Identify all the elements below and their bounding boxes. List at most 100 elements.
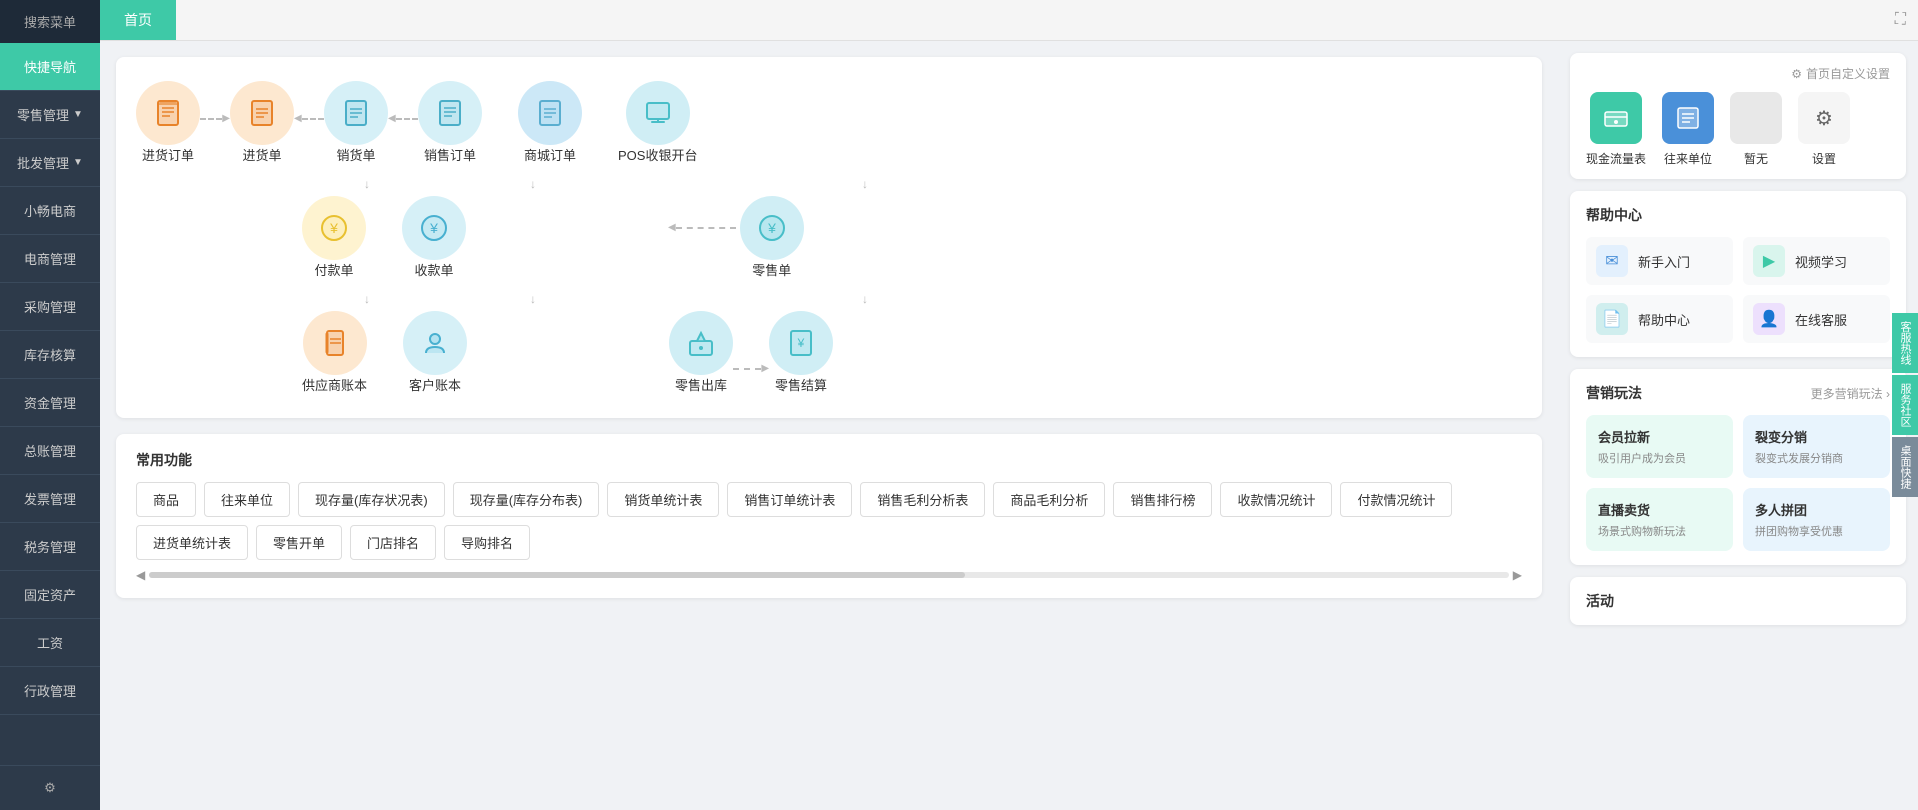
help-label: 帮助中心 [1638,310,1690,329]
marketing-item-member[interactable]: 会员拉新 吸引用户成为会员 [1586,415,1733,478]
retail-dan-label: 零售单 [740,260,804,279]
float-btn-desktop[interactable]: 桌面快捷 [1892,437,1918,497]
scroll-left-icon[interactable]: ◀ [136,568,145,582]
func-btn-14[interactable]: 导购排名 [444,525,530,560]
func-btn-6[interactable]: 销售毛利分析表 [860,482,985,517]
svg-text:¥: ¥ [429,220,438,236]
marketing-more-link[interactable]: 更多营销玩法 › [1811,385,1890,402]
float-btn-service[interactable]: 客服热线 [1892,313,1918,373]
node-customer-book[interactable]: 客户账本 [403,311,467,394]
space-2 [582,124,618,144]
sidebar-item-ecommerce-small[interactable]: 小畅电商 [0,187,100,235]
scroll-right-icon[interactable]: ▶ [1513,568,1522,582]
help-item-help[interactable]: 📄 帮助中心 [1586,295,1733,343]
node-supplier-book[interactable]: 供应商账本 [302,311,367,394]
node-pay-dan[interactable]: ¥ 付款单 [302,196,366,279]
help-item-service[interactable]: 👤 在线客服 [1743,295,1890,343]
func-btn-10[interactable]: 付款情况统计 [1340,482,1452,517]
func-btn-9[interactable]: 收款情况统计 [1220,482,1332,517]
customer-book-icon [403,311,467,375]
xiao-dan-icon [324,81,388,145]
node-pos[interactable]: POS收银开台 [618,81,697,164]
sidebar-item-tax[interactable]: 税务管理 [0,523,100,571]
svg-text:¥: ¥ [767,220,776,236]
sidebar-item-wholesale[interactable]: 批发管理 ▼ [0,139,100,187]
doc-icon: 📄 [1596,303,1628,335]
marketing-item-live[interactable]: 直播卖货 场景式购物新玩法 [1586,488,1733,551]
beginner-label: 新手入门 [1638,252,1690,271]
help-item-video[interactable]: ▶ 视频学习 [1743,237,1890,285]
quick-icon-cashflow[interactable]: 现金流量表 [1586,92,1646,167]
node-xiao-dan[interactable]: 销货单 [324,81,388,164]
v-arrow-jinhuo: ↓ [364,172,370,196]
func-btn-2[interactable]: 现存量(库存状况表) [298,482,445,517]
func-btn-0[interactable]: 商品 [136,482,196,517]
customize-link[interactable]: ⚙ 首页自定义设置 [1791,65,1890,82]
node-retail-out[interactable]: 零售出库 [669,311,733,394]
sidebar-item-inventory[interactable]: 库存核算 [0,331,100,379]
scroll-bar: ◀ ▶ [136,568,1522,582]
help-item-beginner[interactable]: ✉ 新手入门 [1586,237,1733,285]
marketing-grid: 会员拉新 吸引用户成为会员 裂变分销 裂变式发展分销商 直播卖货 场景式购物新玩… [1586,415,1890,551]
empty-label: 暂无 [1744,150,1768,167]
node-recv-dan[interactable]: ¥ 收款单 [402,196,466,279]
expand-icon[interactable]: ⛶ [1883,3,1918,37]
func-btn-4[interactable]: 销货单统计表 [607,482,719,517]
content-area: 进货订单 ▶ 进货单 [100,41,1918,810]
sidebar-item-ecommerce[interactable]: 电商管理 [0,235,100,283]
node-xiao-order[interactable]: 销售订单 [418,81,482,164]
jinhuo-order-label: 进货订单 [142,145,194,164]
arrow-3: ◀ [388,113,418,164]
right-panel: ⚙ 首页自定义设置 现金流量表 往来单位 [1558,41,1918,810]
marketing-item-group[interactable]: 多人拼团 拼团购物享受优惠 [1743,488,1890,551]
gear-icon: ⚙ [44,780,56,795]
sidebar-settings[interactable]: ⚙ [0,765,100,810]
func-btn-3[interactable]: 现存量(库存分布表) [453,482,600,517]
contacts-icon [1662,92,1714,144]
v-arrow-retail: ↓ [862,287,868,311]
shop-order-label: 商城订单 [524,145,576,164]
func-btn-13[interactable]: 门店排名 [350,525,436,560]
pos-label: POS收银开台 [618,145,697,164]
node-jinhuo-dan[interactable]: 进货单 [230,81,294,164]
node-shop-order[interactable]: 商城订单 [518,81,582,164]
quick-icon-empty[interactable]: 暂无 [1730,92,1782,167]
main-area: 首页 ⛶ 进货订单 [100,0,1918,810]
cashflow-icon [1590,92,1642,144]
chevron-down-icon: ▼ [73,109,83,120]
sidebar-item-admin[interactable]: 行政管理 [0,667,100,715]
node-jinhuo-order[interactable]: 进货订单 [136,81,200,164]
node-retail-dan[interactable]: ◀ ¥ 零售单 [668,196,804,279]
func-btn-1[interactable]: 往来单位 [204,482,290,517]
person-icon: 👤 [1753,303,1785,335]
func-btn-12[interactable]: 零售开单 [256,525,342,560]
node-retail-settle[interactable]: ¥ 零售结算 [769,311,833,394]
sidebar-item-salary[interactable]: 工资 [0,619,100,667]
gear-small-icon: ⚙ [1791,67,1802,81]
customer-book-label: 客户账本 [409,375,461,394]
scroll-track[interactable] [149,572,1509,578]
sidebar-item-invoice[interactable]: 发票管理 [0,475,100,523]
flow-diagram-card: 进货订单 ▶ 进货单 [116,57,1542,418]
sidebar: 搜索菜单 快捷导航 零售管理 ▼ 批发管理 ▼ 小畅电商 电商管理 采购管理 库… [0,0,100,810]
retail-settle-icon: ¥ [769,311,833,375]
func-btn-7[interactable]: 商品毛利分析 [993,482,1105,517]
sidebar-search[interactable]: 搜索菜单 [0,0,100,43]
sidebar-item-purchase[interactable]: 采购管理 [0,283,100,331]
sidebar-item-quicknav[interactable]: 快捷导航 [0,43,100,91]
sidebar-item-ledger[interactable]: 总账管理 [0,427,100,475]
tab-home[interactable]: 首页 [100,0,176,40]
activity-title: 活动 [1586,591,1890,611]
sidebar-item-assets[interactable]: 固定资产 [0,571,100,619]
marketing-item-fission[interactable]: 裂变分销 裂变式发展分销商 [1743,415,1890,478]
func-btn-11[interactable]: 进货单统计表 [136,525,248,560]
quick-icon-contacts[interactable]: 往来单位 [1662,92,1714,167]
sidebar-item-retail[interactable]: 零售管理 ▼ [0,91,100,139]
sidebar-item-finance[interactable]: 资金管理 [0,379,100,427]
help-center-title: 帮助中心 [1586,205,1890,225]
settings-icon: ⚙ [1798,92,1850,144]
float-btn-community[interactable]: 服务社区 [1892,375,1918,435]
func-btn-5[interactable]: 销售订单统计表 [727,482,852,517]
quick-icon-settings[interactable]: ⚙ 设置 [1798,92,1850,167]
func-btn-8[interactable]: 销售排行榜 [1113,482,1212,517]
